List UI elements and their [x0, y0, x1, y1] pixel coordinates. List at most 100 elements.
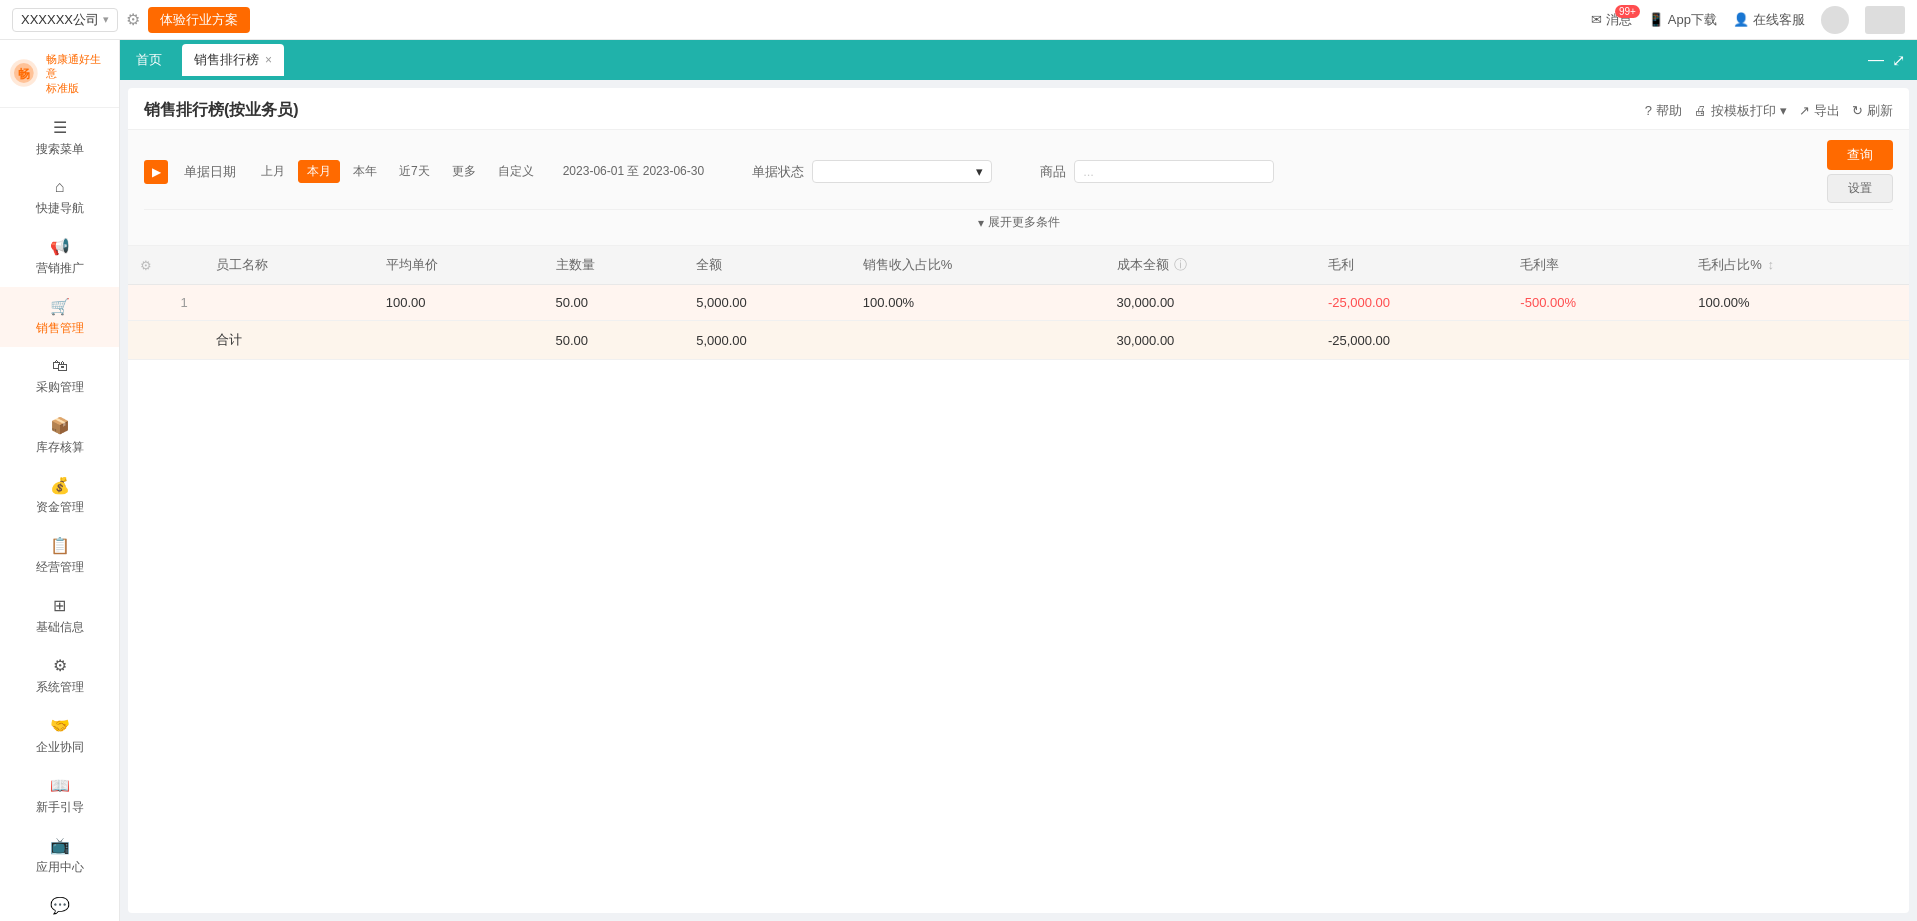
- footer-label: 合计: [204, 321, 374, 360]
- service-icon: 👤: [1733, 12, 1749, 27]
- query-button[interactable]: 查询: [1827, 140, 1893, 170]
- footer-quantity: 50.00: [544, 321, 685, 360]
- date-7days-btn[interactable]: 近7天: [390, 160, 439, 183]
- footer-gross-rate: [1508, 321, 1686, 360]
- date-range-display: 2023-06-01 至 2023-06-30: [563, 163, 704, 180]
- tab-home[interactable]: 首页: [120, 40, 178, 80]
- logo-icon: 畅: [8, 57, 40, 89]
- message-icon: ✉: [1591, 12, 1602, 27]
- sidebar-item-finance[interactable]: 💰 资金管理: [0, 466, 119, 526]
- page-title: 销售排行榜(按业务员): [144, 100, 299, 121]
- export-icon: ↗: [1799, 103, 1810, 118]
- inventory-icon: 📦: [50, 416, 70, 435]
- marketing-icon: 📢: [50, 237, 70, 256]
- row-gross-rate: -500.00%: [1508, 285, 1686, 321]
- sidebar-item-basic-info[interactable]: ⊞ 基础信息: [0, 586, 119, 646]
- row-cost-amount: 30,000.00: [1105, 285, 1316, 321]
- footer-settings: [128, 321, 164, 360]
- row-avg-price: 100.00: [374, 285, 544, 321]
- expand-more-btn[interactable]: ▾ 展开更多条件: [978, 214, 1060, 231]
- row-gross-profit: -25,000.00: [1316, 285, 1508, 321]
- logo-text: 畅康通好生意 标准版: [46, 52, 111, 95]
- col-employee-name: 员工名称: [204, 246, 374, 285]
- sidebar-item-app-center[interactable]: 📺 应用中心: [0, 826, 119, 886]
- setting-button[interactable]: 设置: [1827, 174, 1893, 203]
- row-amount: 5,000.00: [684, 285, 851, 321]
- message-btn[interactable]: ✉ 消息 99+: [1591, 11, 1632, 29]
- sidebar-item-inventory[interactable]: 📦 库存核算: [0, 406, 119, 466]
- sidebar-item-quick-nav[interactable]: ⌂ 快捷导航: [0, 168, 119, 227]
- sidebar-item-guide[interactable]: 📖 新手引导: [0, 766, 119, 826]
- footer-avg-price: [374, 321, 544, 360]
- row-employee-name: [204, 285, 374, 321]
- app-center-icon: 📺: [50, 836, 70, 855]
- sidebar-item-cooperation[interactable]: 🤝 企业协同: [0, 706, 119, 766]
- help-btn[interactable]: ? 帮助: [1645, 102, 1682, 120]
- date-this-month-btn[interactable]: 本月: [298, 160, 340, 183]
- date-this-year-btn[interactable]: 本年: [344, 160, 386, 183]
- refresh-icon: ↻: [1852, 103, 1863, 118]
- sidebar-item-sales[interactable]: 🛒 销售管理: [0, 287, 119, 347]
- row-quantity: 50.00: [544, 285, 685, 321]
- home-icon: ⌂: [55, 178, 65, 196]
- date-custom-btn[interactable]: 自定义: [489, 160, 543, 183]
- tab-bar: 首页 销售排行榜 × — ⤢: [120, 40, 1917, 80]
- tab-minimize-icon[interactable]: —: [1868, 51, 1884, 69]
- sidebar-item-system[interactable]: ⚙ 系统管理: [0, 646, 119, 706]
- refresh-btn[interactable]: ↻ 刷新: [1852, 102, 1893, 120]
- col-settings[interactable]: ⚙: [128, 246, 164, 285]
- footer-gross-profit: -25,000.00: [1316, 321, 1508, 360]
- avatar[interactable]: [1821, 6, 1849, 34]
- status-select[interactable]: ▾: [812, 160, 992, 183]
- settings-icon[interactable]: ⚙: [126, 10, 140, 29]
- user-name-display: [1865, 6, 1905, 34]
- footer-gross-pct: [1686, 321, 1909, 360]
- date-more-btn[interactable]: 更多: [443, 160, 485, 183]
- data-table: ⚙ 员工名称 平均单价 主数量 全额 销售收入占比% 成本全额 ⓘ 毛利: [128, 246, 1909, 360]
- cost-help-icon[interactable]: ⓘ: [1174, 257, 1187, 272]
- sidebar-item-marketing[interactable]: 📢 营销推广: [0, 227, 119, 287]
- date-label: 单据日期: [184, 163, 236, 181]
- goods-input-area[interactable]: ...: [1074, 160, 1274, 183]
- page-header: 销售排行榜(按业务员) ? 帮助 🖨 按模板打印 ▾ ↗ 导出: [128, 88, 1909, 130]
- gross-pct-icon: ↕: [1767, 257, 1774, 272]
- company-selector[interactable]: XXXXXX公司 ▾: [12, 8, 118, 32]
- app-icon: 📱: [1648, 12, 1664, 27]
- main-layout: 畅 畅康通好生意 标准版 ☰ 搜索菜单 ⌂ 快捷导航 📢 营销推广 🛒 销售管理…: [0, 40, 1917, 921]
- online-service-btn[interactable]: 👤 在线客服: [1733, 11, 1805, 29]
- footer-amount: 5,000.00: [684, 321, 851, 360]
- row-settings-btn[interactable]: [128, 285, 164, 321]
- col-rank: [164, 246, 204, 285]
- export-btn[interactable]: ↗ 导出: [1799, 102, 1840, 120]
- sidebar-item-search[interactable]: ☰ 搜索菜单: [0, 108, 119, 168]
- basic-info-icon: ⊞: [53, 596, 66, 615]
- date-filters: 上月 本月 本年 近7天 更多 自定义: [252, 160, 543, 183]
- company-name: XXXXXX公司: [21, 11, 99, 29]
- tab-sales-ranking[interactable]: 销售排行榜 ×: [182, 44, 284, 76]
- app-download-btn[interactable]: 📱 App下载: [1648, 11, 1717, 29]
- status-label: 单据状态: [752, 163, 804, 181]
- sidebar-item-wechat[interactable]: 💬 企业微信: [0, 886, 119, 921]
- app-download-label: App下载: [1668, 11, 1717, 29]
- filter-toggle-btn[interactable]: ▶: [144, 160, 168, 184]
- tab-maximize-icon[interactable]: ⤢: [1892, 51, 1905, 70]
- print-btn[interactable]: 🖨 按模板打印 ▾: [1694, 102, 1787, 120]
- col-quantity: 主数量: [544, 246, 685, 285]
- tab-close-icon[interactable]: ×: [265, 53, 272, 67]
- table-row: 1 100.00 50.00 5,000.00 100.00% 30,000.0…: [128, 285, 1909, 321]
- sidebar-item-purchase[interactable]: 🛍 采购管理: [0, 347, 119, 406]
- expand-chevron-icon: ▾: [978, 216, 984, 230]
- table-footer: 合计 50.00 5,000.00 30,000.00 -25,000.00: [128, 321, 1909, 360]
- trial-button[interactable]: 体验行业方案: [148, 7, 250, 33]
- row-sales-pct: 100.00%: [851, 285, 1105, 321]
- purchase-icon: 🛍: [52, 357, 68, 375]
- sidebar-item-operations[interactable]: 📋 经营管理: [0, 526, 119, 586]
- table-container: ⚙ 员工名称 平均单价 主数量 全额 销售收入占比% 成本全额 ⓘ 毛利: [128, 246, 1909, 913]
- col-gross-rate: 毛利率: [1508, 246, 1686, 285]
- footer-sales-pct: [851, 321, 1105, 360]
- sidebar: 畅 畅康通好生意 标准版 ☰ 搜索菜单 ⌂ 快捷导航 📢 营销推广 🛒 销售管理…: [0, 40, 120, 921]
- search-menu-icon: ☰: [53, 118, 67, 137]
- goods-placeholder: ...: [1083, 164, 1094, 179]
- date-last-month-btn[interactable]: 上月: [252, 160, 294, 183]
- page-actions: ? 帮助 🖨 按模板打印 ▾ ↗ 导出 ↻ 刷新: [1645, 102, 1893, 120]
